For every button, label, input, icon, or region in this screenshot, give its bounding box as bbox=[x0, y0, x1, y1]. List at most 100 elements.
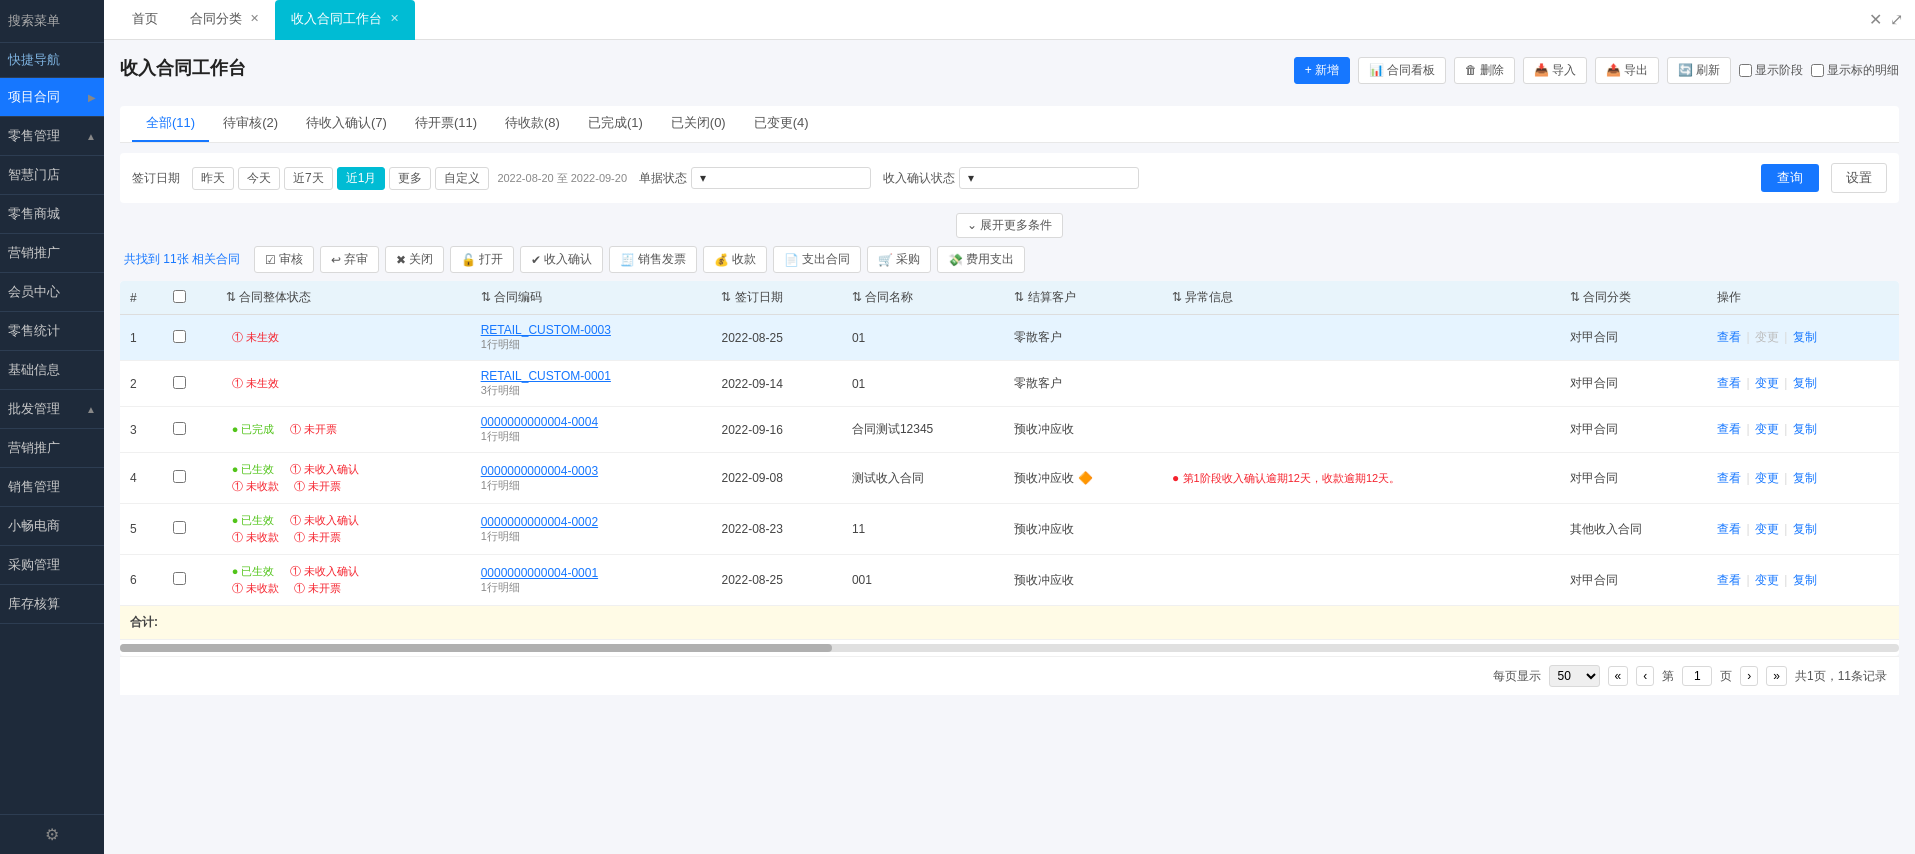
status-tab-closed[interactable]: 已关闭(0) bbox=[657, 106, 740, 142]
sidebar-item-basic[interactable]: 基础信息 bbox=[0, 351, 104, 390]
sidebar-item-project[interactable]: 项目合同 ▶ bbox=[0, 78, 104, 117]
show-fields-checkbox[interactable]: 显示阶段 bbox=[1739, 62, 1803, 79]
date-btn-last1m[interactable]: 近1月 bbox=[337, 167, 386, 190]
cell-checkbox[interactable] bbox=[163, 453, 216, 504]
date-btn-last7[interactable]: 近7天 bbox=[284, 167, 333, 190]
op-change[interactable]: 变更 bbox=[1755, 422, 1779, 436]
prev-page-button[interactable]: ‹ bbox=[1636, 666, 1654, 686]
sidebar-item-sales[interactable]: 销售管理 bbox=[0, 468, 104, 507]
sidebar-item-inventory[interactable]: 库存核算 bbox=[0, 585, 104, 624]
op-copy[interactable]: 复制 bbox=[1793, 522, 1817, 536]
cell-checkbox[interactable] bbox=[163, 315, 216, 361]
sidebar-item-marketing2[interactable]: 营销推广 bbox=[0, 429, 104, 468]
new-button[interactable]: + 新增 bbox=[1294, 57, 1350, 84]
sidebar-item-stats[interactable]: 零售统计 bbox=[0, 312, 104, 351]
op-view[interactable]: 查看 bbox=[1717, 376, 1741, 390]
status-tab-pending-income-confirm[interactable]: 待收入确认(7) bbox=[292, 106, 401, 142]
delete-button[interactable]: 🗑 删除 bbox=[1454, 57, 1515, 84]
sidebar-settings[interactable]: ⚙ bbox=[0, 814, 104, 854]
date-btn-more[interactable]: 更多 bbox=[389, 167, 431, 190]
op-copy[interactable]: 复制 bbox=[1793, 376, 1817, 390]
op-copy[interactable]: 复制 bbox=[1793, 330, 1817, 344]
cell-code: RETAIL_CUSTOM-0003 1行明细 bbox=[471, 315, 712, 361]
op-copy[interactable]: 复制 bbox=[1793, 422, 1817, 436]
sidebar-item-xcshop[interactable]: 小畅电商 bbox=[0, 507, 104, 546]
page-size-select[interactable]: 50 20 100 bbox=[1549, 665, 1600, 687]
cell-checkbox[interactable] bbox=[163, 504, 216, 555]
setting-button[interactable]: 设置 bbox=[1831, 163, 1887, 193]
review-button[interactable]: ☑ 审核 bbox=[254, 246, 314, 273]
op-copy[interactable]: 复制 bbox=[1793, 573, 1817, 587]
sidebar-item-ecommerce[interactable]: 零售商城 bbox=[0, 195, 104, 234]
date-btn-today[interactable]: 今天 bbox=[238, 167, 280, 190]
op-view[interactable]: 查看 bbox=[1717, 330, 1741, 344]
horizontal-scrollbar[interactable] bbox=[120, 644, 1899, 652]
tab-income-workbench[interactable]: 收入合同工作台 ✕ bbox=[275, 0, 415, 40]
open-button[interactable]: 🔓 打开 bbox=[450, 246, 514, 273]
status-tab-pending-payment[interactable]: 待收款(8) bbox=[491, 106, 574, 142]
sidebar-search[interactable]: 搜索菜单 bbox=[0, 0, 104, 43]
export-button[interactable]: 📤 导出 bbox=[1595, 57, 1659, 84]
purchase-button[interactable]: 🛒 采购 bbox=[867, 246, 931, 273]
status-tab-changed[interactable]: 已变更(4) bbox=[740, 106, 823, 142]
contract-code-link[interactable]: 0000000000004-0002 bbox=[481, 515, 598, 529]
income-confirm-button[interactable]: ✔ 收入确认 bbox=[520, 246, 603, 273]
op-change[interactable]: 变更 bbox=[1755, 522, 1779, 536]
payment-button[interactable]: 💰 收款 bbox=[703, 246, 767, 273]
sidebar-item-wholesale[interactable]: 批发管理 ▲ bbox=[0, 390, 104, 429]
kanban-button[interactable]: 📊 合同看板 bbox=[1358, 57, 1446, 84]
first-page-button[interactable]: « bbox=[1608, 666, 1629, 686]
status-tab-pending-invoice[interactable]: 待开票(11) bbox=[401, 106, 491, 142]
status-tab-completed[interactable]: 已完成(1) bbox=[574, 106, 657, 142]
expense-button[interactable]: 💸 费用支出 bbox=[937, 246, 1025, 273]
date-btn-custom[interactable]: 自定义 bbox=[435, 167, 489, 190]
sidebar-item-marketing[interactable]: 营销推广 bbox=[0, 234, 104, 273]
last-page-button[interactable]: » bbox=[1766, 666, 1787, 686]
sidebar-item-member[interactable]: 会员中心 bbox=[0, 273, 104, 312]
contract-code-link[interactable]: 0000000000004-0001 bbox=[481, 566, 598, 580]
show-detail-checkbox[interactable]: 显示标的明细 bbox=[1811, 62, 1899, 79]
bill-status-select[interactable]: ▾ bbox=[691, 167, 871, 189]
select-all-checkbox[interactable] bbox=[173, 290, 186, 303]
op-view[interactable]: 查看 bbox=[1717, 471, 1741, 485]
date-btn-yesterday[interactable]: 昨天 bbox=[192, 167, 234, 190]
refresh-button[interactable]: 🔄 刷新 bbox=[1667, 57, 1731, 84]
tab-close-contract-type[interactable]: ✕ bbox=[250, 12, 259, 25]
sidebar-item-smart[interactable]: 智慧门店 bbox=[0, 156, 104, 195]
query-button[interactable]: 查询 bbox=[1761, 164, 1819, 192]
tab-close-income-workbench[interactable]: ✕ bbox=[390, 12, 399, 25]
income-confirm-select[interactable]: ▾ bbox=[959, 167, 1139, 189]
window-maximize-icon[interactable]: ⤢ bbox=[1890, 10, 1903, 29]
cell-checkbox[interactable] bbox=[163, 407, 216, 453]
sidebar-nav[interactable]: 快捷导航 bbox=[0, 43, 104, 78]
cell-checkbox[interactable] bbox=[163, 361, 216, 407]
sidebar-item-retail[interactable]: 零售管理 ▲ bbox=[0, 117, 104, 156]
contract-code-link[interactable]: RETAIL_CUSTOM-0001 bbox=[481, 369, 611, 383]
expand-conditions-button[interactable]: ⌄ 展开更多条件 bbox=[956, 213, 1063, 238]
status-tab-pending-review[interactable]: 待审核(2) bbox=[209, 106, 292, 142]
purchase-out-button[interactable]: 📄 支出合同 bbox=[773, 246, 861, 273]
page-number-input[interactable] bbox=[1682, 666, 1712, 686]
tab-home[interactable]: 首页 bbox=[116, 0, 174, 40]
contract-code-link[interactable]: 0000000000004-0004 bbox=[481, 415, 598, 429]
op-view[interactable]: 查看 bbox=[1717, 573, 1741, 587]
tab-contract-type[interactable]: 合同分类 ✕ bbox=[174, 0, 275, 40]
op-change[interactable]: 变更 bbox=[1755, 376, 1779, 390]
sales-invoice-button[interactable]: 🧾 销售发票 bbox=[609, 246, 697, 273]
status-tab-all[interactable]: 全部(11) bbox=[132, 106, 209, 142]
cell-checkbox[interactable] bbox=[163, 555, 216, 606]
abandon-button[interactable]: ↩ 弃审 bbox=[320, 246, 379, 273]
op-change[interactable]: 变更 bbox=[1755, 573, 1779, 587]
contract-code-link[interactable]: RETAIL_CUSTOM-0003 bbox=[481, 323, 611, 337]
next-page-button[interactable]: › bbox=[1740, 666, 1758, 686]
op-view[interactable]: 查看 bbox=[1717, 422, 1741, 436]
close-contract-button[interactable]: ✖ 关闭 bbox=[385, 246, 444, 273]
op-view[interactable]: 查看 bbox=[1717, 522, 1741, 536]
window-close-icon[interactable]: ✕ bbox=[1869, 10, 1882, 29]
contract-code-link[interactable]: 0000000000004-0003 bbox=[481, 464, 598, 478]
op-change[interactable]: 变更 bbox=[1755, 471, 1779, 485]
scroll-thumb[interactable] bbox=[120, 644, 832, 652]
sidebar-item-purchase[interactable]: 采购管理 bbox=[0, 546, 104, 585]
op-copy[interactable]: 复制 bbox=[1793, 471, 1817, 485]
import-button[interactable]: 📥 导入 bbox=[1523, 57, 1587, 84]
